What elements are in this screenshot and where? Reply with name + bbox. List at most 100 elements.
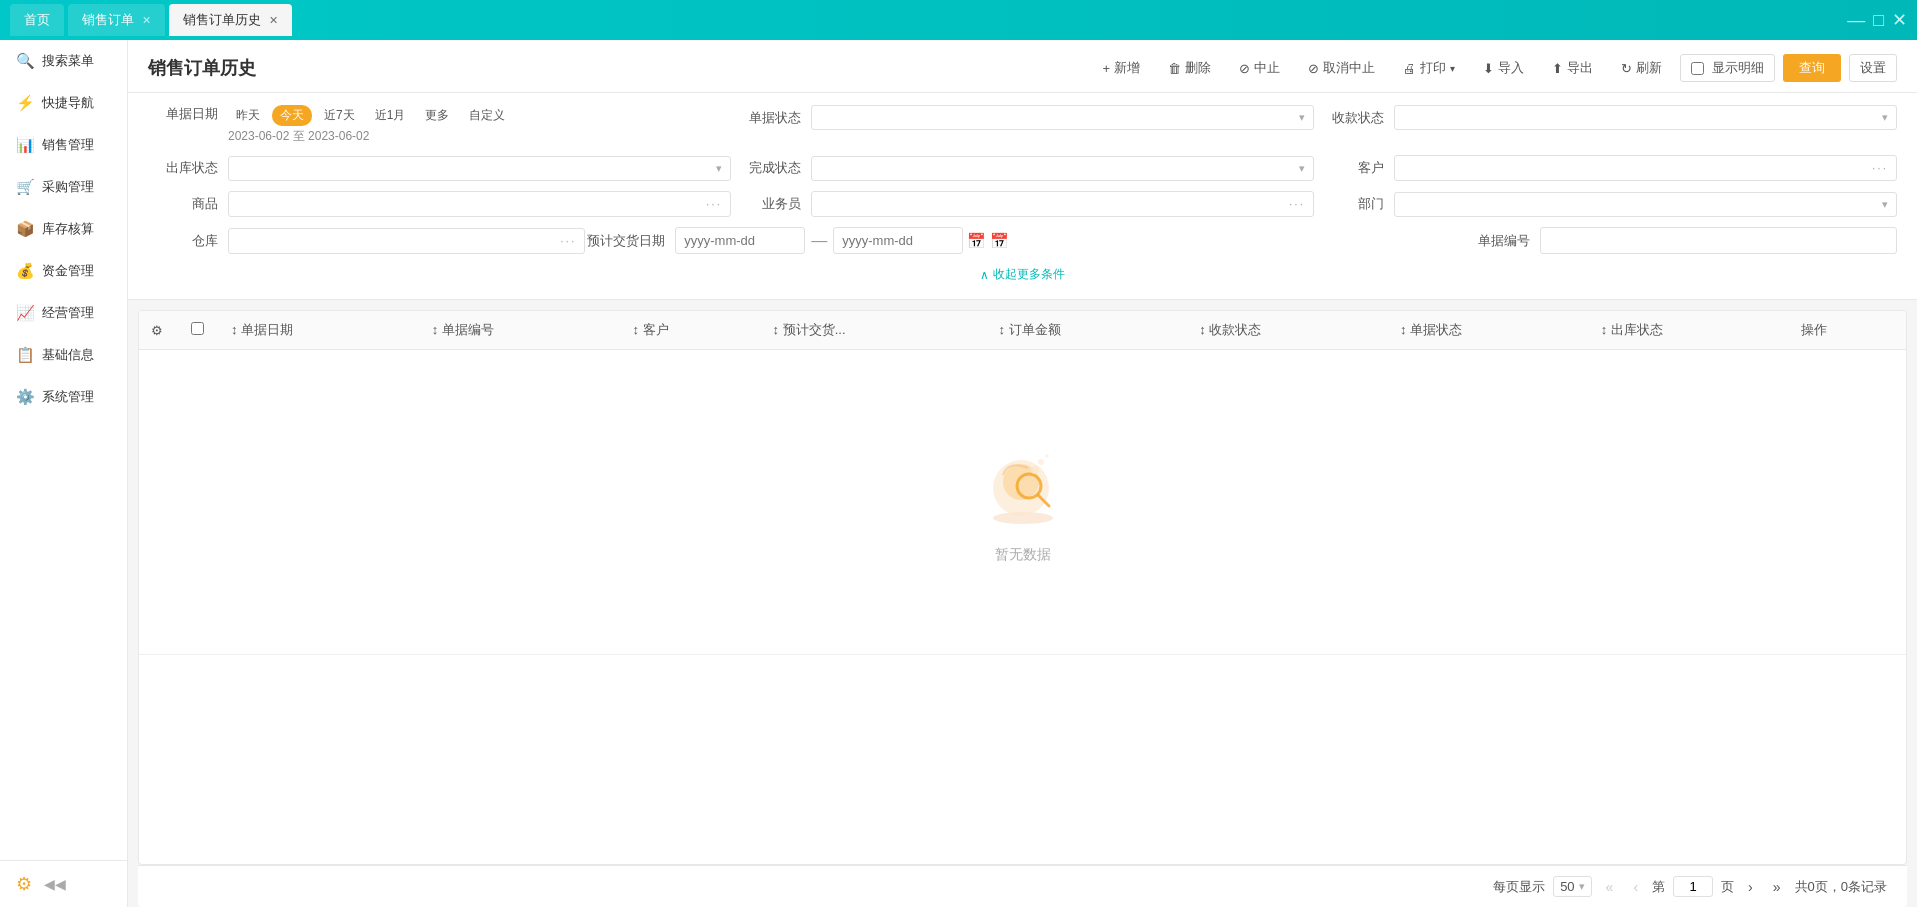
customer-input[interactable]: ··· [1394, 155, 1897, 181]
tab-sales-order-history[interactable]: 销售订单历史 ✕ [169, 4, 292, 36]
page-title: 销售订单历史 [148, 56, 1092, 80]
status-select[interactable]: ▾ [811, 105, 1314, 130]
sidebar-item-purchase-mgmt[interactable]: 🛒 采购管理 [0, 166, 127, 208]
th-number: ↕ 单据编号 [420, 311, 621, 350]
salesperson-filter-group: 业务员 ··· [731, 191, 1314, 217]
sidebar-item-sales-mgmt[interactable]: 📊 销售管理 [0, 124, 127, 166]
export-label: 导出 [1567, 59, 1593, 77]
order-number-filter-group: 单据编号 [1460, 227, 1897, 254]
maximize-icon[interactable]: □ [1873, 10, 1884, 31]
import-button[interactable]: ⬇ 导入 [1473, 54, 1534, 82]
th-doc-text: 单据状态 [1410, 322, 1462, 337]
total-label: 共0页，0条记录 [1795, 878, 1887, 896]
outbound-filter-group: 出库状态 ▾ [148, 156, 731, 181]
order-number-input[interactable] [1540, 227, 1897, 254]
settings-button[interactable]: 设置 [1849, 54, 1897, 82]
receipt-status-arrow-icon: ▾ [1882, 111, 1888, 124]
tab-sales-order-close[interactable]: ✕ [142, 14, 151, 27]
th-number-sort-icon: ↕ [432, 322, 442, 337]
sidebar-item-quick-nav[interactable]: ⚡ 快捷导航 [0, 82, 127, 124]
first-page-button[interactable]: « [1600, 877, 1620, 897]
cancel-stop-button[interactable]: ⊘ 取消中止 [1298, 54, 1385, 82]
expected-date-end[interactable] [833, 227, 963, 254]
department-filter-group: 部门 ▾ [1314, 192, 1897, 217]
sidebar-item-capital-mgmt-label: 资金管理 [42, 262, 94, 280]
tab-sales-order-history-close[interactable]: ✕ [269, 14, 278, 27]
sidebar-item-purchase-mgmt-label: 采购管理 [42, 178, 94, 196]
sidebar-item-system-mgmt[interactable]: ⚙️ 系统管理 [0, 376, 127, 418]
prev-page-button[interactable]: ‹ [1627, 877, 1644, 897]
product-label: 商品 [148, 195, 228, 213]
page-size-select[interactable]: 50 ▾ [1553, 876, 1591, 897]
completion-status-select[interactable]: ▾ [811, 156, 1314, 181]
date-btn-more[interactable]: 更多 [417, 105, 457, 126]
tab-sales-order[interactable]: 销售订单 ✕ [68, 4, 165, 36]
receipt-status-label: 收款状态 [1314, 109, 1394, 127]
collapse-button[interactable]: ∧ 收起更多条件 [148, 262, 1897, 287]
date-btn-last1m[interactable]: 近1月 [367, 105, 414, 126]
sidebar-item-capital-mgmt[interactable]: 💰 资金管理 [0, 250, 127, 292]
last-page-button[interactable]: » [1767, 877, 1787, 897]
query-button[interactable]: 查询 [1783, 54, 1841, 82]
filter-row-2: 出库状态 ▾ 完成状态 ▾ 客户 [148, 155, 1897, 181]
header-row: ⚙ ↕ 单据日期 ↕ 单据编号 ↕ 客户 [139, 311, 1906, 350]
export-button[interactable]: ⬆ 导出 [1542, 54, 1603, 82]
customer-filter-group: 客户 ··· [1314, 155, 1897, 181]
th-amount-text: 订单金额 [1009, 322, 1061, 337]
next-page-button[interactable]: › [1742, 877, 1759, 897]
minimize-icon[interactable]: — [1847, 10, 1865, 31]
th-amount-sort-icon: ↕ [999, 322, 1009, 337]
select-all-checkbox[interactable] [191, 322, 204, 335]
salesperson-input[interactable]: ··· [811, 191, 1314, 217]
th-customer: ↕ 客户 [620, 311, 760, 350]
date-btn-today[interactable]: 今天 [272, 105, 312, 126]
content-area: 销售订单历史 + 新增 🗑 删除 ⊘ 中止 ⊘ 取消中止 [128, 40, 1917, 907]
department-select[interactable]: ▾ [1394, 192, 1897, 217]
print-arrow-icon: ▾ [1450, 63, 1455, 74]
close-window-icon[interactable]: ✕ [1892, 9, 1907, 31]
tab-home[interactable]: 首页 [10, 4, 64, 36]
new-button[interactable]: + 新增 [1092, 54, 1150, 82]
display-columns-checkbox[interactable] [1691, 62, 1704, 75]
operations-icon: 📈 [16, 304, 34, 322]
sidebar-item-operations-label: 经营管理 [42, 304, 94, 322]
date-start-calendar-icon[interactable]: 📅 [967, 232, 986, 250]
receipt-status-select[interactable]: ▾ [1394, 105, 1897, 130]
print-button[interactable]: 🖨 打印 ▾ [1393, 54, 1465, 82]
salesperson-label: 业务员 [731, 195, 811, 213]
page-size-arrow-icon: ▾ [1579, 880, 1585, 893]
date-btn-custom[interactable]: 自定义 [461, 105, 513, 126]
date-btn-last7[interactable]: 近7天 [316, 105, 363, 126]
sidebar-item-search-menu[interactable]: 🔍 搜索菜单 [0, 40, 127, 82]
th-amount: ↕ 订单金额 [987, 311, 1188, 350]
th-outbound-status: ↕ 出库状态 [1589, 311, 1790, 350]
date-btn-yesterday[interactable]: 昨天 [228, 105, 268, 126]
th-settings[interactable]: ⚙ [139, 311, 179, 350]
expected-date-label: 预计交货日期 [585, 232, 675, 250]
sidebar-item-basic-info[interactable]: 📋 基础信息 [0, 334, 127, 376]
sidebar-item-inventory[interactable]: 📦 库存核算 [0, 208, 127, 250]
stop-button[interactable]: ⊘ 中止 [1229, 54, 1290, 82]
pagination-bar: 每页显示 50 ▾ « ‹ 第 页 › » 共0页，0条记录 [138, 865, 1907, 907]
quick-nav-icon: ⚡ [16, 94, 34, 112]
settings-bottom-icon[interactable]: ⚙ [16, 873, 32, 895]
outbound-status-select[interactable]: ▾ [228, 156, 731, 181]
svg-point-6 [1038, 459, 1044, 465]
main-layout: 🔍 搜索菜单 ⚡ 快捷导航 📊 销售管理 🛒 采购管理 📦 库存核算 💰 资金管… [0, 40, 1917, 907]
expected-date-start[interactable] [675, 227, 805, 254]
svg-point-7 [1045, 454, 1049, 458]
th-customer-sort-icon: ↕ [632, 322, 642, 337]
delete-button[interactable]: 🗑 删除 [1158, 54, 1221, 82]
refresh-button[interactable]: ↻ 刷新 [1611, 54, 1672, 82]
th-checkbox[interactable] [179, 311, 219, 350]
collapse-sidebar-icon[interactable]: ◀◀ [44, 876, 66, 892]
display-columns-toggle[interactable]: 显示明细 [1680, 54, 1775, 82]
collapse-up-icon: ∧ [980, 268, 989, 282]
page-number-input[interactable] [1673, 876, 1713, 897]
sidebar-item-operations[interactable]: 📈 经营管理 [0, 292, 127, 334]
date-range-text: 2023-06-02 至 2023-06-02 [228, 128, 513, 145]
warehouse-input[interactable]: ··· [228, 228, 585, 254]
product-input[interactable]: ··· [228, 191, 731, 217]
capital-mgmt-icon: 💰 [16, 262, 34, 280]
date-end-calendar-icon[interactable]: 📅 [990, 232, 1009, 250]
